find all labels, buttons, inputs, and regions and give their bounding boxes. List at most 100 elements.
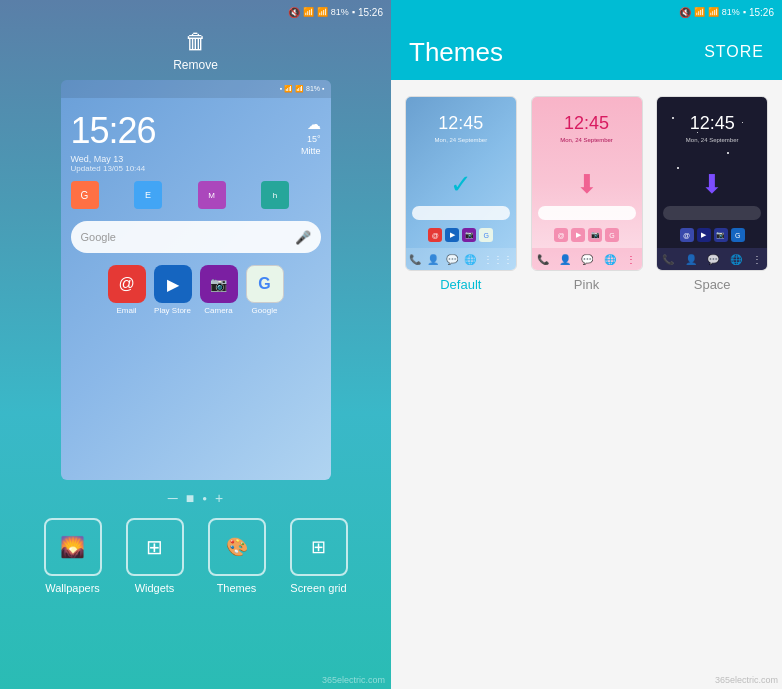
- pink-bg: 12:45 Mon, 24 September ⬇ @ ▶ 📷 G 📞: [532, 97, 642, 270]
- preview-internet-icon: 🌐: [464, 254, 476, 265]
- right-panel: 🔇 📶 📶 81% ▪ 15:26 Themes STORE 12:45 Mon…: [391, 0, 782, 689]
- mute-icon: 🔇: [288, 7, 300, 18]
- email-icon-box: @: [108, 265, 146, 303]
- app-camera[interactable]: 📷 Camera: [200, 265, 238, 315]
- theme-pink-card[interactable]: 12:45 Mon, 24 September ⬇ @ ▶ 📷 G 📞: [529, 96, 645, 292]
- wallpapers-icon: 🌄: [60, 535, 85, 559]
- default-preview-clock: 12:45: [438, 113, 483, 134]
- pink-download-icon: ⬇: [576, 168, 598, 199]
- default-search-bar: [412, 206, 510, 220]
- preview-msg-icon: 💬: [446, 254, 458, 265]
- pink-contacts-icon: 👤: [559, 254, 571, 265]
- themes-icon-box: 🎨: [208, 518, 266, 576]
- dot-dash: ─: [168, 490, 178, 506]
- pink-app-2: ▶: [571, 228, 585, 242]
- playstore-icon-box: ▶: [154, 265, 192, 303]
- small-app-4: h: [261, 181, 289, 209]
- dot-circle: ●: [202, 494, 207, 503]
- star-4: [742, 122, 743, 123]
- store-label[interactable]: STORE: [704, 43, 764, 61]
- battery-percent: 81%: [331, 7, 349, 17]
- google-icon-box: G: [246, 265, 284, 303]
- camera-icon: 📷: [210, 276, 227, 292]
- clock-display: 15:26 Wed, May 13 Updated 13/05 10:44 ☁ …: [71, 110, 321, 173]
- mute-icon-right: 🔇: [679, 7, 691, 18]
- camera-icon-box: 📷: [200, 265, 238, 303]
- default-app-1: @: [428, 228, 442, 242]
- themes-item[interactable]: 🎨 Themes: [201, 518, 273, 594]
- pink-apps-row: @ ▶ 📷 G: [532, 228, 642, 242]
- weather-temp: 15°: [307, 134, 321, 144]
- battery-percent-right: 81%: [722, 7, 740, 17]
- widgets-icon-box: ⊞: [126, 518, 184, 576]
- pink-app-4: G: [605, 228, 619, 242]
- app-email[interactable]: @ Email: [108, 265, 146, 315]
- space-theme-name: Space: [694, 277, 731, 292]
- space-contacts-icon: 👤: [685, 254, 697, 265]
- pink-phone-icon: 📞: [537, 254, 549, 265]
- theme-default-card[interactable]: 12:45 Mon, 24 September ✓ @ ▶ 📷 G 📞: [403, 96, 519, 292]
- battery-icon: ▪: [352, 7, 355, 17]
- home-screen-preview[interactable]: ▪ 📶 📶 81% ▪ 15:26 Wed, May 13 Updated 13…: [61, 80, 331, 480]
- mic-icon: 🎤: [295, 230, 311, 245]
- screen-grid-icon-box: ⊞: [290, 518, 348, 576]
- default-bg: 12:45 Mon, 24 September ✓ @ ▶ 📷 G 📞: [406, 97, 516, 270]
- themes-title: Themes: [409, 37, 503, 68]
- remove-area[interactable]: 🗑 Remove: [173, 28, 218, 72]
- signal-icon: 📶: [317, 7, 328, 17]
- pink-bottom-bar: 📞 👤 💬 🌐 ⋮: [532, 248, 642, 270]
- screen-grid-label: Screen grid: [290, 582, 346, 594]
- home-status-bar: ▪ 📶 📶 81% ▪: [61, 80, 331, 98]
- space-app-1: @: [680, 228, 694, 242]
- default-theme-name: Default: [440, 277, 481, 292]
- pink-preview-date: Mon, 24 September: [560, 137, 613, 143]
- remove-label: Remove: [173, 58, 218, 72]
- battery-icon-right: ▪: [743, 7, 746, 17]
- wifi-icon-right: 📶: [694, 7, 705, 17]
- theme-space-card[interactable]: 12:45 Mon, 24 September ⬇ @ ▶ 📷 G 📞: [654, 96, 770, 292]
- pink-internet-icon: 🌐: [604, 254, 616, 265]
- app-playstore[interactable]: ▶ Play Store: [154, 265, 192, 315]
- default-bottom-bar: 📞 👤 💬 🌐 ⋮⋮⋮: [406, 248, 516, 270]
- clock-status-right: 15:26: [749, 7, 774, 18]
- watermark-right: 365electric.com: [715, 675, 778, 685]
- widgets-item[interactable]: ⊞ Widgets: [119, 518, 191, 594]
- watermark-left: 365electric.com: [322, 675, 385, 685]
- space-bottom-bar: 📞 👤 💬 🌐 ⋮: [657, 248, 767, 270]
- space-apps-icon: ⋮: [752, 254, 762, 265]
- default-app-3: 📷: [462, 228, 476, 242]
- app-google[interactable]: G Google: [246, 265, 284, 315]
- preview-apps-icon: ⋮⋮⋮: [483, 254, 513, 265]
- google-icon: G: [258, 275, 270, 293]
- playstore-label: Play Store: [154, 306, 191, 315]
- pink-search-bar: [538, 206, 636, 220]
- small-app-2: E: [134, 181, 162, 209]
- screen-grid-item[interactable]: ⊞ Screen grid: [283, 518, 355, 594]
- preview-status-icons: ▪ 📶 📶 81% ▪: [280, 85, 325, 93]
- left-panel: 🔇 📶 📶 81% ▪ 15:26 🗑 Remove ▪ 📶 📶 81% ▪ 1…: [0, 0, 391, 689]
- themes-grid: 12:45 Mon, 24 September ✓ @ ▶ 📷 G 📞: [391, 80, 782, 300]
- email-label: Email: [116, 306, 136, 315]
- theme-pink-preview: 12:45 Mon, 24 September ⬇ @ ▶ 📷 G 📞: [531, 96, 643, 271]
- space-search-bar: [663, 206, 761, 220]
- star-5: [677, 167, 679, 169]
- pink-preview-clock: 12:45: [564, 113, 609, 134]
- space-preview-clock: 12:45: [690, 113, 735, 134]
- wallpapers-label: Wallpapers: [45, 582, 100, 594]
- default-app-4: G: [479, 228, 493, 242]
- wallpapers-item[interactable]: 🌄 Wallpapers: [37, 518, 109, 594]
- dot-home: ■: [186, 490, 194, 506]
- status-bar-left: 🔇 📶 📶 81% ▪ 15:26: [0, 0, 391, 24]
- wallpapers-icon-box: 🌄: [44, 518, 102, 576]
- playstore-icon: ▶: [167, 275, 179, 294]
- status-bar-right: 🔇 📶 📶 81% ▪ 15:26: [391, 0, 782, 24]
- space-app-4: G: [731, 228, 745, 242]
- themes-label: Themes: [217, 582, 257, 594]
- google-search-bar[interactable]: Google 🎤: [71, 221, 321, 253]
- space-phone-icon: 📞: [662, 254, 674, 265]
- status-icons-left: 🔇 📶 📶 81% ▪ 15:26: [288, 7, 383, 18]
- widgets-icon: ⊞: [146, 535, 163, 559]
- small-app-1: G: [71, 181, 99, 209]
- google-label: Google: [252, 306, 278, 315]
- signal-icon-right: 📶: [708, 7, 719, 17]
